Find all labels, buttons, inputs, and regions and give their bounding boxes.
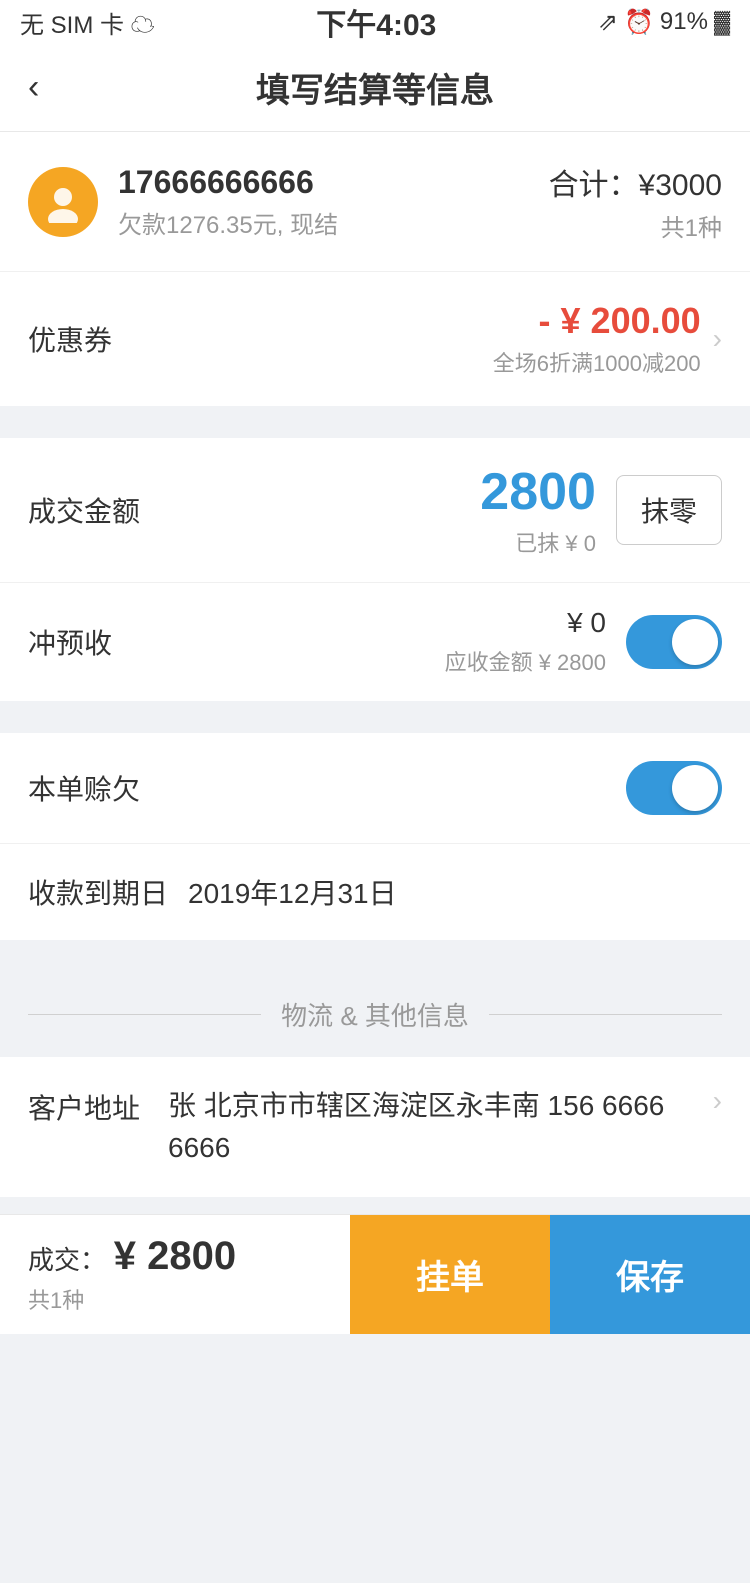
deal-section: 成交金额 2800 已抹 ¥ 0 抹零 冲预收 ¥ 0 应收金额 ¥ 2800 — [0, 438, 750, 701]
bottom-count: 共1种 — [28, 1283, 322, 1315]
due-date-value: 2019年12月31日 — [188, 872, 397, 912]
no-sim-label: 无 SIM 卡 ☁ — [20, 5, 155, 40]
location-icon: ⇗ — [598, 8, 618, 37]
address-label: 客户地址 — [28, 1085, 168, 1127]
status-left: 无 SIM 卡 ☁ — [20, 5, 155, 40]
page-title: 填写结算等信息 — [256, 63, 494, 112]
status-bar: 无 SIM 卡 ☁ 下午4:03 ⇗ ⏰ 91% ▓ — [0, 0, 750, 44]
coupon-sub: 全场6折满1000减200 — [493, 346, 701, 378]
debt-label: 本单赊欠 — [28, 768, 626, 808]
coupon-chevron-icon: › — [713, 323, 722, 355]
separator-line-right — [489, 1014, 722, 1015]
section-divider-3 — [0, 956, 750, 972]
address-row[interactable]: 客户地址 张 北京市市辖区海淀区永丰南 156 6666 6666 › — [0, 1057, 750, 1197]
back-button[interactable]: ‹ — [28, 68, 39, 107]
coupon-value: - ¥ 200.00 — [539, 300, 701, 342]
round-button[interactable]: 抹零 — [616, 475, 722, 545]
bottom-bar: 成交： ¥ 2800 共1种 挂单 保存 — [0, 1214, 750, 1334]
save-button[interactable]: 保存 — [550, 1215, 750, 1334]
deal-amount-right: 2800 已抹 ¥ 0 — [168, 462, 596, 558]
pending-button[interactable]: 挂单 — [350, 1215, 550, 1334]
status-time: 下午4:03 — [316, 0, 436, 44]
address-chevron-icon: › — [713, 1085, 722, 1117]
nav-bar: ‹ 填写结算等信息 — [0, 44, 750, 132]
bottom-info: 成交： ¥ 2800 共1种 — [0, 1234, 350, 1315]
prepay-toggle[interactable] — [626, 615, 722, 669]
coupon-row[interactable]: 优惠券 - ¥ 200.00 全场6折满1000减200 › — [0, 271, 750, 406]
debt-toggle[interactable] — [626, 761, 722, 815]
debt-toggle-knob — [672, 765, 718, 811]
prepay-sub: 应收金额 ¥ 2800 — [445, 645, 606, 677]
due-date-row: 收款到期日 2019年12月31日 — [0, 843, 750, 940]
deal-amount-value: 2800 — [480, 462, 596, 522]
customer-info: 17666666666 欠款1276.35元, 现结 — [118, 164, 549, 240]
due-date-label: 收款到期日 — [28, 872, 168, 912]
customer-phone: 17666666666 — [118, 164, 549, 201]
deal-amount-sub: 已抹 ¥ 0 — [515, 526, 596, 558]
separator-line-left — [28, 1014, 261, 1015]
avatar — [28, 167, 98, 237]
prepay-right: ¥ 0 应收金额 ¥ 2800 — [112, 607, 606, 677]
prepay-toggle-container — [626, 615, 722, 669]
content: 17666666666 欠款1276.35元, 现结 合计：¥3000 共1种 … — [0, 132, 750, 1583]
bottom-buttons: 挂单 保存 — [350, 1215, 750, 1334]
deal-amount-row: 成交金额 2800 已抹 ¥ 0 抹零 — [0, 438, 750, 582]
address-section: 客户地址 张 北京市市辖区海淀区永丰南 156 6666 6666 › — [0, 1057, 750, 1197]
total-count: 共1种 — [549, 208, 722, 243]
section-divider-2 — [0, 717, 750, 733]
section-divider-1 — [0, 422, 750, 438]
debt-section: 本单赊欠 收款到期日 2019年12月31日 — [0, 733, 750, 940]
separator-text: 物流 & 其他信息 — [261, 996, 489, 1033]
battery-label: 91% — [660, 8, 708, 36]
coupon-right: - ¥ 200.00 全场6折满1000减200 — [148, 300, 701, 378]
alarm-icon: ⏰ — [624, 8, 654, 37]
bottom-deal-line: 成交： ¥ 2800 — [28, 1234, 322, 1279]
prepay-row: 冲预收 ¥ 0 应收金额 ¥ 2800 — [0, 582, 750, 701]
status-right: ⇗ ⏰ 91% ▓ — [598, 8, 730, 37]
bottom-amount: ¥ 2800 — [114, 1234, 236, 1278]
deal-amount-label: 成交金额 — [28, 490, 168, 530]
customer-debt: 欠款1276.35元, 现结 — [118, 205, 549, 240]
prepay-toggle-knob — [672, 619, 718, 665]
debt-row: 本单赊欠 — [0, 733, 750, 843]
battery-icon: ▓ — [714, 9, 730, 35]
prepay-label: 冲预收 — [28, 622, 112, 662]
address-value: 张 北京市市辖区海淀区永丰南 156 6666 6666 — [168, 1085, 701, 1169]
prepay-value: ¥ 0 — [567, 607, 606, 639]
customer-row: 17666666666 欠款1276.35元, 现结 合计：¥3000 共1种 — [0, 132, 750, 271]
total-amount: 合计：¥3000 — [549, 160, 722, 204]
total-section: 合计：¥3000 共1种 — [549, 160, 722, 243]
logistics-separator: 物流 & 其他信息 — [0, 972, 750, 1057]
bottom-deal-label: 成交： — [28, 1245, 106, 1275]
customer-section: 17666666666 欠款1276.35元, 现结 合计：¥3000 共1种 … — [0, 132, 750, 406]
coupon-label: 优惠券 — [28, 319, 148, 359]
